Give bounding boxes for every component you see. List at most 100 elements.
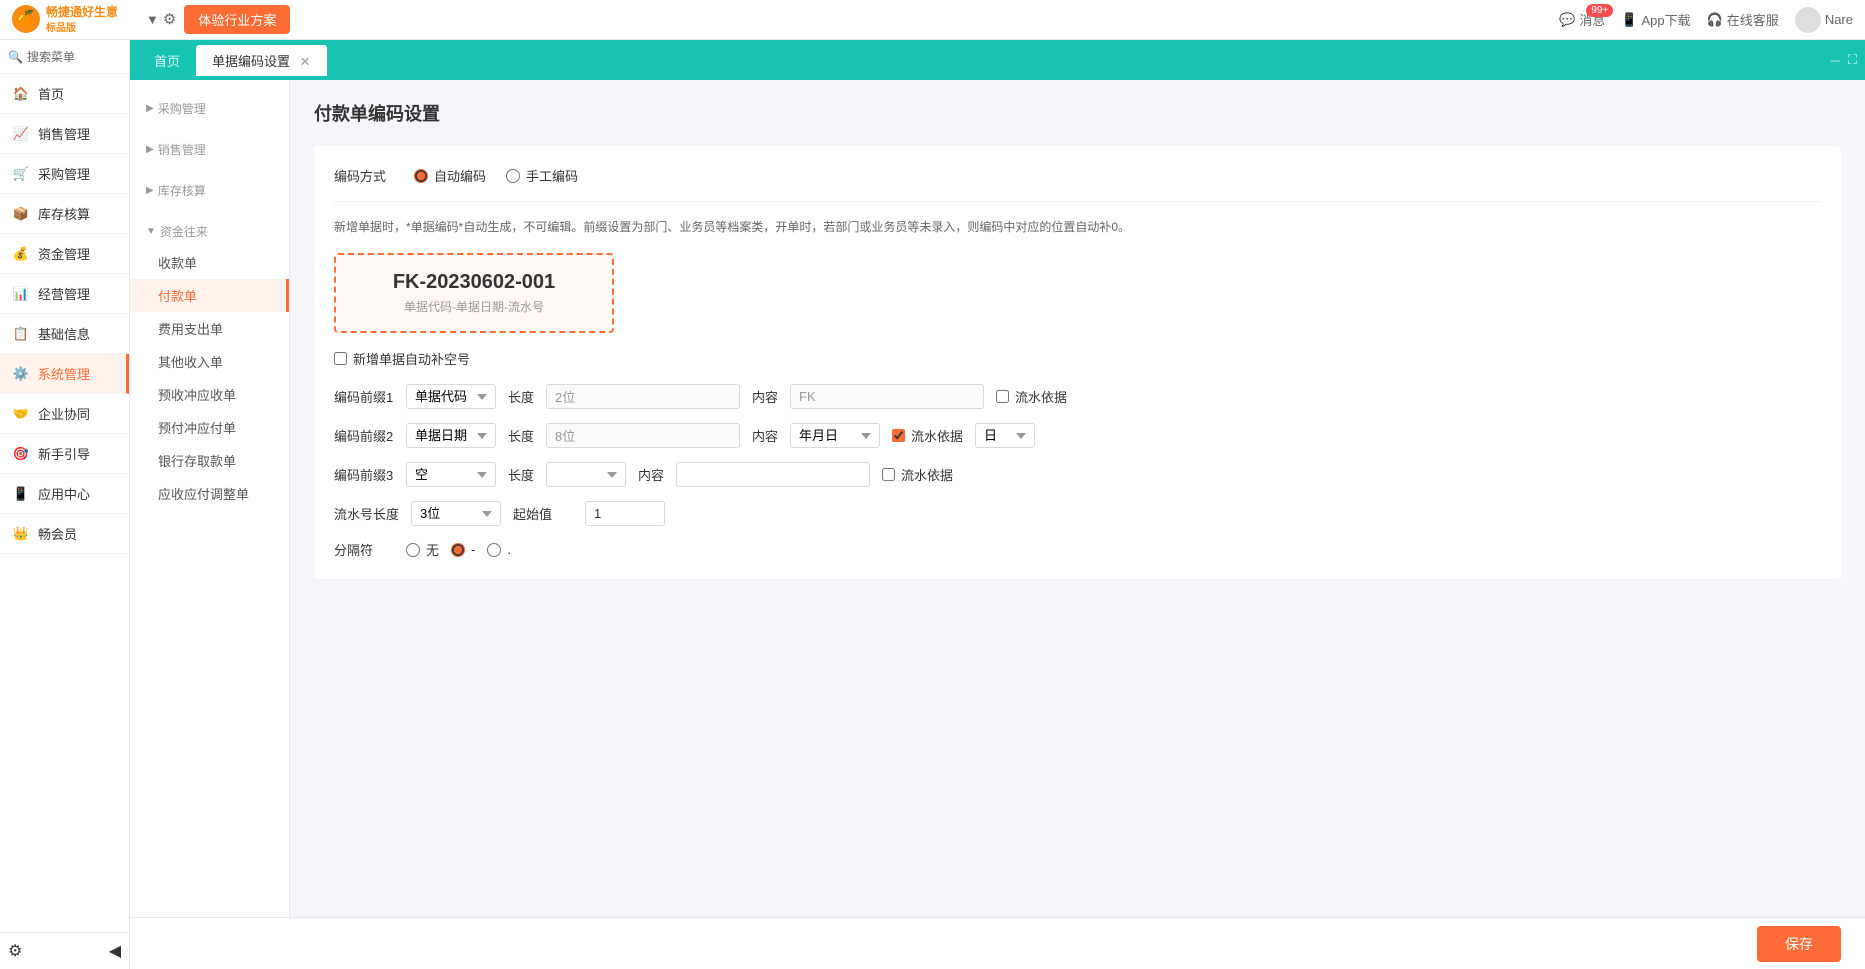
serial-checkbox-1[interactable] — [996, 390, 1009, 403]
sub-menu-item-other-income[interactable]: 其他收入单 — [130, 345, 289, 378]
sep-radio-dash-input[interactable] — [451, 543, 465, 557]
prefix-select-2[interactable]: 单据日期 — [406, 423, 496, 448]
length-select-3[interactable] — [546, 462, 626, 487]
radio-manual[interactable]: 手工编码 — [506, 166, 578, 185]
sidebar-item-sales[interactable]: 📈 销售管理 — [0, 114, 129, 154]
sidebar-item-basic[interactable]: 📋 基础信息 — [0, 314, 129, 354]
sidebar-item-operation[interactable]: 📊 经营管理 — [0, 274, 129, 314]
sub-menu-item-adjust[interactable]: 应收应付调整单 — [130, 477, 289, 510]
cooperation-icon: 🤝 — [12, 405, 30, 423]
sidebar-item-guide[interactable]: 🎯 新手引导 — [0, 434, 129, 474]
sidebar-search-label: 搜索菜单 — [27, 48, 75, 65]
sidebar-item-inventory[interactable]: 📦 库存核算 — [0, 194, 129, 234]
sidebar-item-purchase[interactable]: 🛒 采购管理 — [0, 154, 129, 194]
sep-dash-label: - — [471, 542, 475, 557]
tab-close-btn[interactable]: ✕ — [300, 54, 311, 69]
panel-layout: ▶ 采购管理 ▶ 销售管理 ▶ 库存核算 — [130, 80, 1865, 917]
sub-menu-group-title-purchase[interactable]: ▶ 采购管理 — [130, 94, 289, 123]
arrow-right-icon-inventory: ▶ — [146, 185, 154, 196]
code-preview-sub: 单据代码-单据日期-流水号 — [360, 298, 588, 315]
serial-length-row: 流水号长度 3位 起始值 — [334, 501, 1821, 526]
sub-menu-item-expense[interactable]: 费用支出单 — [130, 312, 289, 345]
user-info[interactable]: Nare — [1795, 7, 1853, 33]
online-service-item[interactable]: 🎧 在线客服 — [1707, 10, 1779, 29]
message-badge: 99+ — [1586, 4, 1613, 17]
sub-menu-item-pre-receipt[interactable]: 预收冲应收单 — [130, 378, 289, 411]
sidebar-label-operation: 经营管理 — [38, 284, 90, 303]
auto-fill-label[interactable]: 新增单据自动补空号 — [334, 349, 1821, 368]
content-input-3[interactable] — [676, 462, 870, 487]
top-bar-right: 💬 消息 99+ 📱 App下载 🎧 在线客服 Nare — [1559, 7, 1853, 33]
sidebar-settings-btn[interactable]: ⚙ — [8, 941, 22, 961]
content-label-3: 内容 — [638, 465, 664, 484]
radio-auto[interactable]: 自动编码 — [414, 166, 486, 185]
serial-length-select[interactable]: 3位 — [411, 501, 501, 526]
message-item[interactable]: 💬 消息 99+ — [1559, 10, 1605, 29]
sub-menu-item-payment[interactable]: 付款单 — [130, 279, 289, 312]
sidebar-item-cooperation[interactable]: 🤝 企业协同 — [0, 394, 129, 434]
tab-minimize-icon[interactable]: ─ — [1831, 53, 1840, 68]
bottom-bar: 保存 — [130, 917, 1865, 969]
sub-menu-group-title-inventory[interactable]: ▶ 库存核算 — [130, 176, 289, 205]
sep-radio-dash[interactable]: - — [451, 542, 475, 557]
radio-auto-label: 自动编码 — [434, 166, 486, 185]
radio-auto-input[interactable] — [414, 169, 428, 183]
prefix-label-2: 编码前缀2 — [334, 426, 394, 445]
sidebar-search[interactable]: 🔍 搜索菜单 — [0, 40, 129, 74]
sidebar-label-cooperation: 企业协同 — [38, 404, 90, 423]
right-panel: 首页 单据编码设置 ✕ ─ ⛶ ▶ 采购管理 — [130, 40, 1865, 969]
sidebar-item-finance[interactable]: 💰 资金管理 — [0, 234, 129, 274]
prefix-select-1[interactable]: 单据代码 — [406, 384, 496, 409]
start-value-input[interactable] — [585, 501, 665, 526]
app-download-item[interactable]: 📱 App下载 — [1621, 10, 1690, 29]
app-download-label: App下载 — [1641, 10, 1690, 29]
sub-menu-item-pre-payment[interactable]: 预付冲应付单 — [130, 411, 289, 444]
sub-menu-item-bank[interactable]: 银行存取款单 — [130, 444, 289, 477]
sidebar-label-guide: 新手引导 — [38, 444, 90, 463]
inventory-icon: 📦 — [12, 205, 30, 223]
sep-radio-none[interactable]: 无 — [406, 540, 439, 559]
content-select-2[interactable]: 年月日 — [790, 423, 880, 448]
sub-menu-group-label-inventory: 库存核算 — [158, 182, 206, 199]
auto-fill-row: 新增单据自动补空号 — [334, 349, 1821, 368]
serial-checkbox-3[interactable] — [882, 468, 895, 481]
nav-dropdown-arrow[interactable]: ▼ — [146, 12, 159, 27]
sep-radio-dot[interactable]: . — [487, 542, 511, 557]
length-label-3: 长度 — [508, 465, 534, 484]
serial-checkbox-2[interactable] — [892, 429, 905, 442]
sidebar-label-basic: 基础信息 — [38, 324, 90, 343]
serial-check-3: 流水依据 — [882, 465, 953, 484]
encoding-method-label: 编码方式 — [334, 166, 394, 185]
sidebar-item-home[interactable]: 🏠 首页 — [0, 74, 129, 114]
save-button[interactable]: 保存 — [1757, 926, 1841, 962]
logo-text: 畅捷通好生意 — [46, 5, 118, 19]
sep-radio-none-input[interactable] — [406, 543, 420, 557]
length-input-1 — [546, 384, 740, 409]
tab-expand-icon[interactable]: ⛶ — [1848, 52, 1857, 68]
serial-unit-select-2[interactable]: 日 — [975, 423, 1035, 448]
top-bar: 🍊 畅捷通好生意 标品版 ▼ ⚙ 体验行业方案 💬 消息 99+ 📱 App下载… — [0, 0, 1865, 40]
sep-radio-dot-input[interactable] — [487, 543, 501, 557]
sales-icon: 📈 — [12, 125, 30, 143]
sidebar-item-system[interactable]: ⚙️ 系统管理 — [0, 354, 129, 394]
radio-manual-input[interactable] — [506, 169, 520, 183]
sidebar-item-member[interactable]: 👑 畅会员 — [0, 514, 129, 554]
settings-icon[interactable]: ⚙ — [163, 10, 176, 28]
tab-encode-settings[interactable]: 单据编码设置 ✕ — [196, 45, 327, 76]
auto-fill-checkbox[interactable] — [334, 352, 347, 365]
sidebar: 🔍 搜索菜单 🏠 首页 📈 销售管理 🛒 采购管理 📦 库存核算 💰 资金管理 … — [0, 40, 130, 969]
sub-menu-group-title-sales[interactable]: ▶ 销售管理 — [130, 135, 289, 164]
finance-icon: 💰 — [12, 245, 30, 263]
sidebar-label-apps: 应用中心 — [38, 484, 90, 503]
sub-menu-group-title-finance[interactable]: ▼ 资金往来 — [130, 217, 289, 246]
separator-row: 分隔符 无 - . — [334, 540, 1821, 559]
basic-icon: 📋 — [12, 325, 30, 343]
trial-btn[interactable]: 体验行业方案 — [184, 5, 290, 34]
sidebar-item-apps[interactable]: 📱 应用中心 — [0, 474, 129, 514]
sub-menu-item-receipt[interactable]: 收款单 — [130, 246, 289, 279]
prefix-select-3[interactable]: 空 — [406, 462, 496, 487]
tab-home[interactable]: 首页 — [138, 45, 196, 76]
sidebar-collapse-btn[interactable]: ◀ — [109, 941, 121, 961]
serial-check-2[interactable]: 流水依据 — [892, 426, 963, 445]
serial-label-2: 流水依据 — [911, 426, 963, 445]
